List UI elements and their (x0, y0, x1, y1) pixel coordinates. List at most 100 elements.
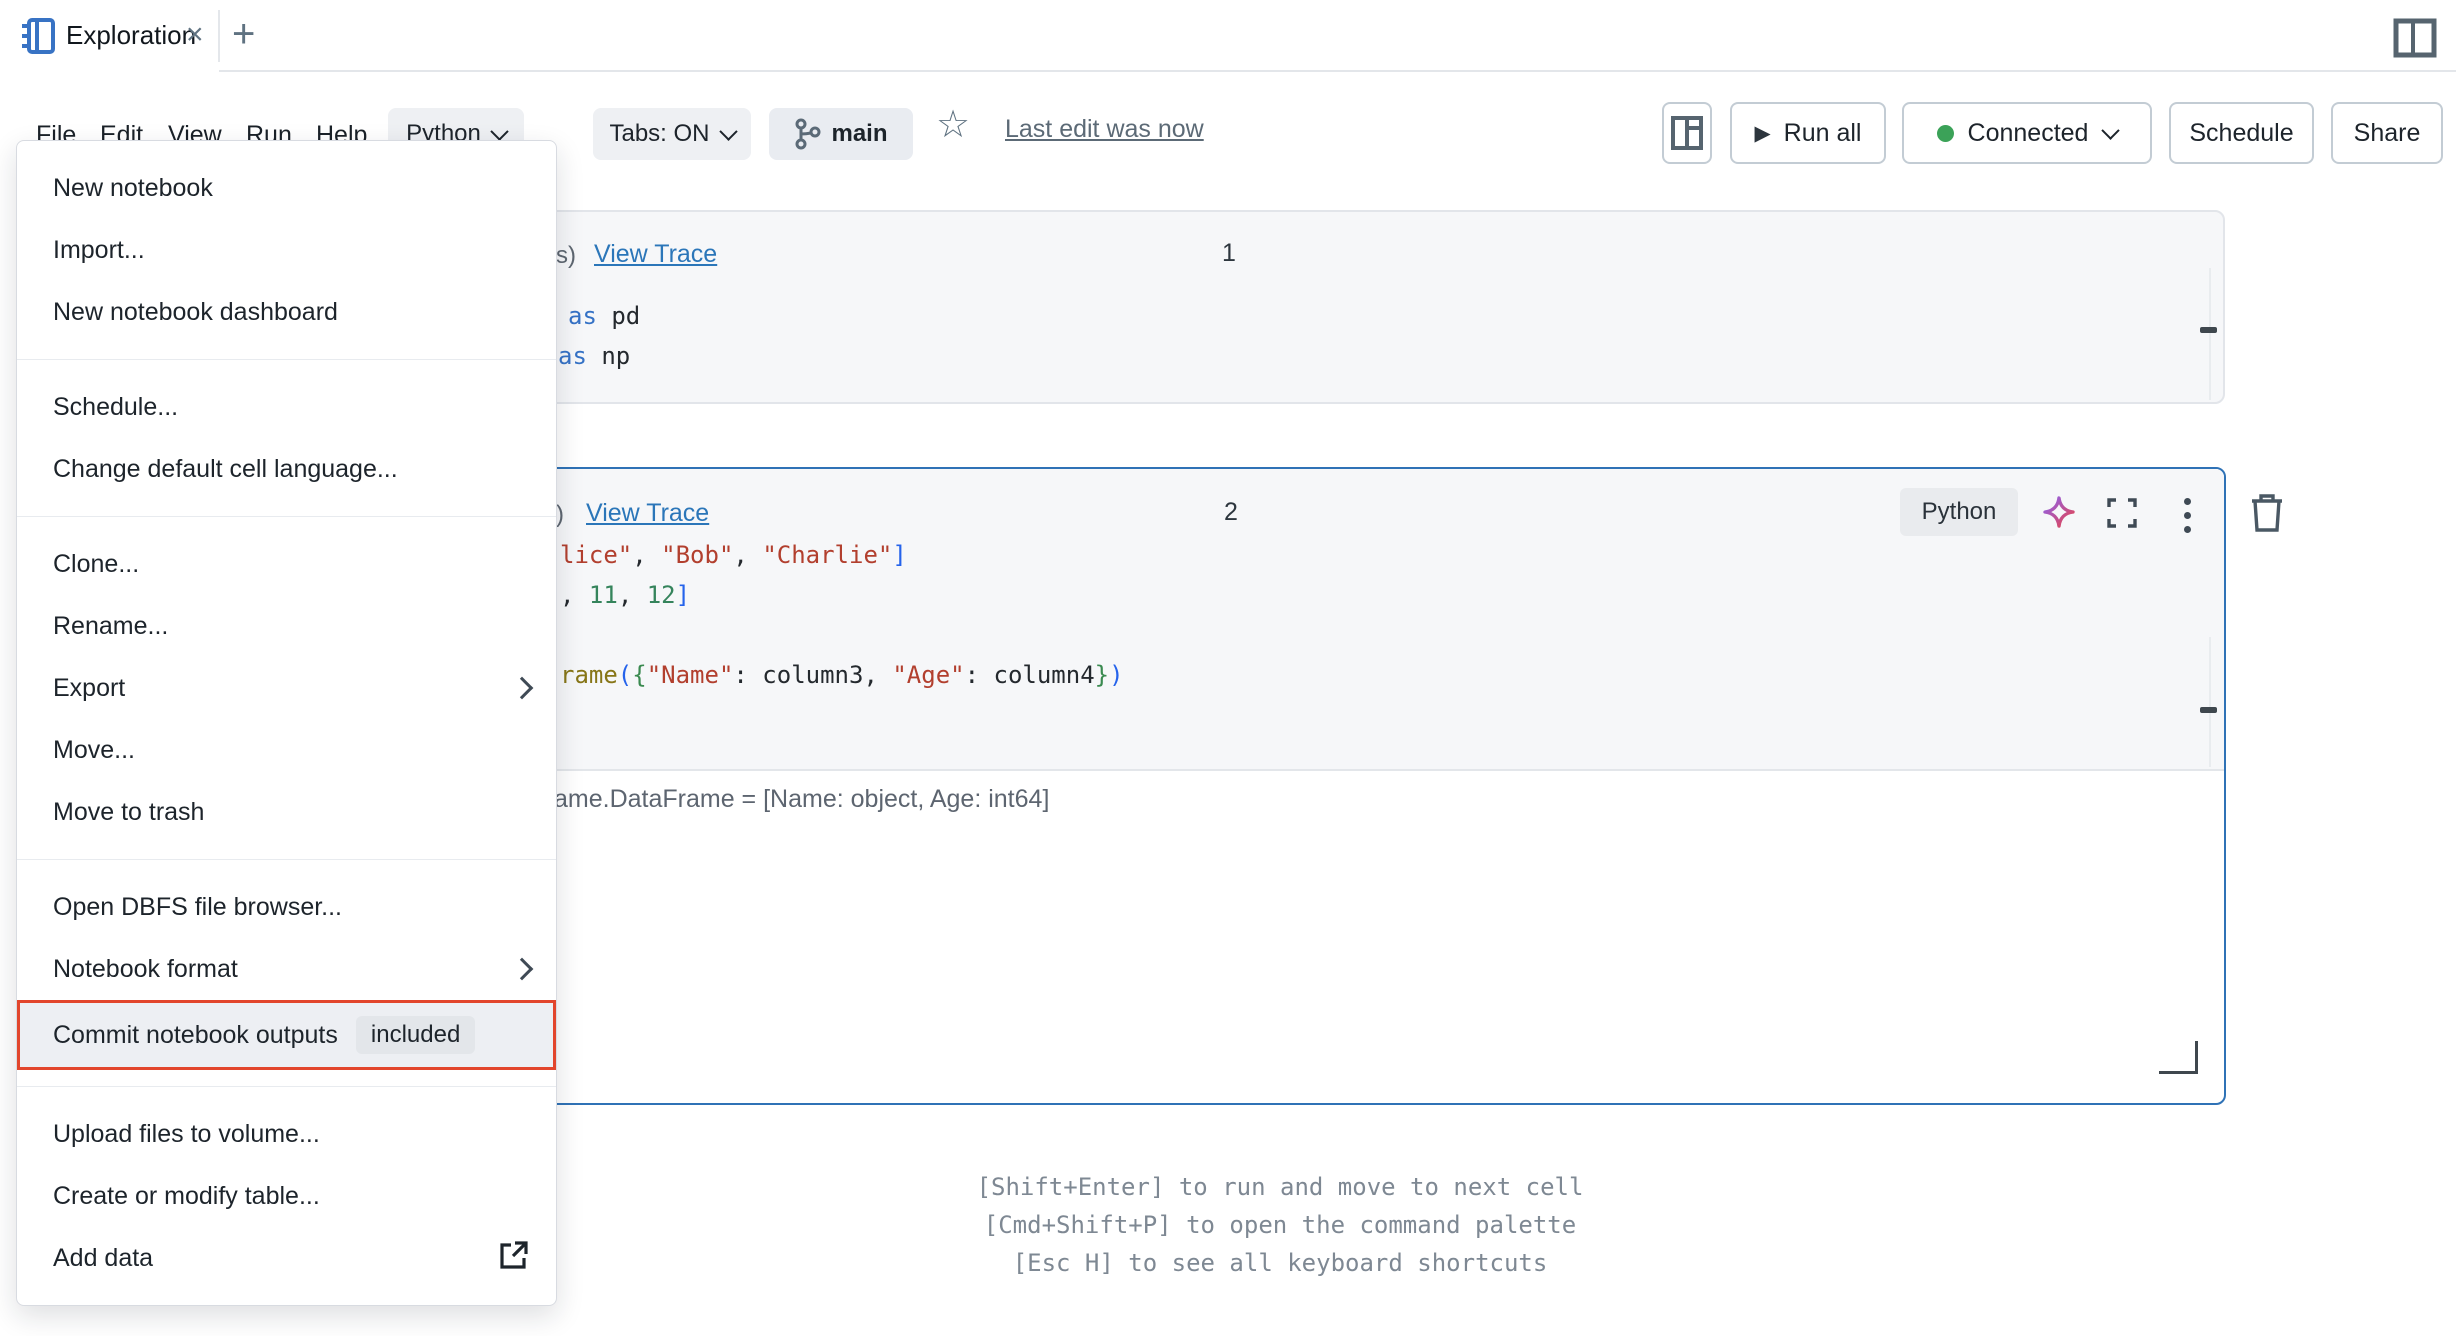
expand-cell-icon[interactable] (2106, 497, 2138, 534)
notebook-icon (20, 16, 58, 61)
menu-section: New notebook Import... New notebook dashbo… (17, 141, 556, 359)
keyboard-hint-line: [Shift+Enter] to run and move to next ce… (900, 1168, 1660, 1206)
submenu-chevron-icon (511, 677, 534, 700)
keyboard-hint-line: [Esc H] to see all keyboard shortcuts (900, 1244, 1660, 1282)
menu-item-add-data[interactable]: Add data (17, 1227, 556, 1289)
menu-item-label: Move... (53, 736, 135, 765)
menu-item-schedule[interactable]: Schedule... (17, 376, 556, 438)
last-edit-link[interactable]: Last edit was now (1005, 115, 1204, 144)
tabs-toggle-label: Tabs: ON (609, 120, 709, 148)
tab-title[interactable]: Exploration (66, 20, 196, 51)
submenu-chevron-icon (511, 958, 534, 981)
external-link-icon (498, 1239, 530, 1278)
cell-counter: 1 (1222, 239, 1236, 268)
connected-status-dot (1937, 125, 1954, 142)
menu-item-label: New notebook (53, 174, 213, 203)
menu-item-label: Clone... (53, 550, 139, 579)
trace-duration-fragment: s) (556, 242, 576, 270)
notebook-cell-1[interactable]: s) View Trace 1 as pdas np (520, 210, 2225, 404)
menu-item-rename[interactable]: Rename... (17, 595, 556, 657)
branch-name: main (831, 120, 887, 148)
schedule-button[interactable]: Schedule (2169, 102, 2314, 164)
menu-item-new-notebook-dashboard[interactable]: New notebook dashboard (17, 281, 556, 343)
chevron-down-icon (719, 122, 737, 140)
menu-item-upload-files-to-volume[interactable]: Upload files to volume... (17, 1103, 556, 1165)
menu-item-label: Commit notebook outputs (53, 1021, 338, 1050)
menu-item-export[interactable]: Export (17, 657, 556, 719)
cell-resize-gutter (2209, 268, 2211, 400)
share-button[interactable]: Share (2331, 102, 2443, 164)
connection-status-label: Connected (1968, 119, 2089, 148)
cell-counter: 2 (1224, 498, 1238, 527)
tab-close-icon[interactable]: × (186, 20, 204, 50)
menu-section: Upload files to volume... Create or modif… (17, 1086, 556, 1305)
view-trace-link[interactable]: View Trace (594, 240, 717, 269)
menu-item-label: Rename... (53, 612, 168, 641)
file-menu-dropdown: New notebook Import... New notebook dashbo… (16, 140, 557, 1306)
notebook-cell-2[interactable]: ) View Trace 2 Python lice", "Bob", "Cha… (520, 467, 2226, 1105)
menu-section: Schedule... Change default cell language.… (17, 359, 556, 516)
menu-item-open-dbfs-file-browser[interactable]: Open DBFS file browser... (17, 876, 556, 938)
layout-view-button[interactable] (1662, 102, 1712, 164)
menu-item-change-default-cell-language[interactable]: Change default cell language... (17, 438, 556, 500)
code-line: lice", "Bob", "Charlie"] (560, 535, 1124, 575)
menu-item-label: Notebook format (53, 955, 238, 984)
cell-resize-gutter (2209, 637, 2211, 767)
menu-item-label: New notebook dashboard (53, 298, 338, 327)
menu-item-new-notebook[interactable]: New notebook (17, 157, 556, 219)
menu-item-clone[interactable]: Clone... (17, 533, 556, 595)
git-branch-icon (794, 118, 821, 150)
code-line: as pd (558, 296, 640, 336)
connection-status-button[interactable]: Connected (1902, 102, 2152, 164)
code-line (560, 615, 1124, 655)
menu-item-move[interactable]: Move... (17, 719, 556, 781)
cell-resize-handle[interactable] (2200, 327, 2217, 333)
share-label: Share (2354, 119, 2421, 148)
run-all-button[interactable]: ▶ Run all (1730, 102, 1886, 164)
cell-language-label: Python (1922, 498, 1997, 526)
view-trace-link[interactable]: View Trace (586, 499, 709, 528)
delete-cell-trash-icon[interactable] (2248, 492, 2286, 539)
cell-output: ame.DataFrame = [Name: object, Age: int6… (554, 785, 1049, 814)
favorite-star-icon[interactable]: ☆ (936, 106, 970, 144)
menu-item-label: Move to trash (53, 798, 204, 827)
code-line: as np (558, 336, 640, 376)
menu-item-move-to-trash[interactable]: Move to trash (17, 781, 556, 843)
menu-item-label: Change default cell language... (53, 455, 398, 484)
menu-item-label: Import... (53, 236, 145, 265)
menu-item-label: Export (53, 674, 125, 703)
chevron-down-icon (490, 122, 508, 140)
schedule-label: Schedule (2189, 119, 2293, 148)
new-tab-button[interactable]: + (232, 14, 255, 54)
tab-bar: Exploration × + (0, 0, 2456, 71)
keyboard-hints: [Shift+Enter] to run and move to next ce… (900, 1168, 1660, 1282)
cell-code[interactable]: lice", "Bob", "Charlie"], 11, 12] rame({… (560, 535, 1124, 695)
menu-item-import[interactable]: Import... (17, 219, 556, 281)
assistant-sparkle-icon[interactable] (2042, 495, 2076, 534)
code-line: , 11, 12] (560, 575, 1124, 615)
menu-item-notebook-format[interactable]: Notebook format (17, 938, 556, 1000)
output-resize-handle[interactable] (2159, 1041, 2198, 1074)
menu-item-label: Upload files to volume... (53, 1120, 320, 1149)
menu-item-commit-notebook-outputs[interactable]: Commit notebook outputsincluded (17, 1000, 556, 1070)
menu-section: Clone... Rename... Export Move... Move to tr… (17, 516, 556, 859)
git-branch-chip[interactable]: main (769, 108, 913, 160)
menu-item-label: Add data (53, 1244, 153, 1273)
menu-item-create-or-modify-table[interactable]: Create or modify table... (17, 1165, 556, 1227)
trace-duration-fragment: ) (556, 501, 564, 529)
cell-menu-kebab-icon[interactable] (2184, 498, 2191, 533)
cell-resize-handle[interactable] (2200, 707, 2217, 713)
keyboard-hint-line: [Cmd+Shift+P] to open the command palett… (900, 1206, 1660, 1244)
notebook-app: Exploration × + File Edit View Run Help … (0, 0, 2456, 1336)
cell-language-badge[interactable]: Python (1900, 488, 2018, 536)
play-icon: ▶ (1755, 121, 1771, 146)
code-line: rame({"Name": column3, "Age": column4}) (560, 655, 1124, 695)
layout-grid-icon (1667, 113, 1707, 153)
menu-section: Open DBFS file browser... Notebook format… (17, 859, 556, 1086)
tab-bar-border (219, 70, 2456, 72)
cell-code[interactable]: as pdas np (558, 296, 640, 376)
tabs-toggle[interactable]: Tabs: ON (593, 108, 751, 160)
side-panel-toggle-icon[interactable] (2392, 18, 2438, 63)
run-all-label: Run all (1784, 119, 1862, 148)
menu-item-label: Schedule... (53, 393, 178, 422)
